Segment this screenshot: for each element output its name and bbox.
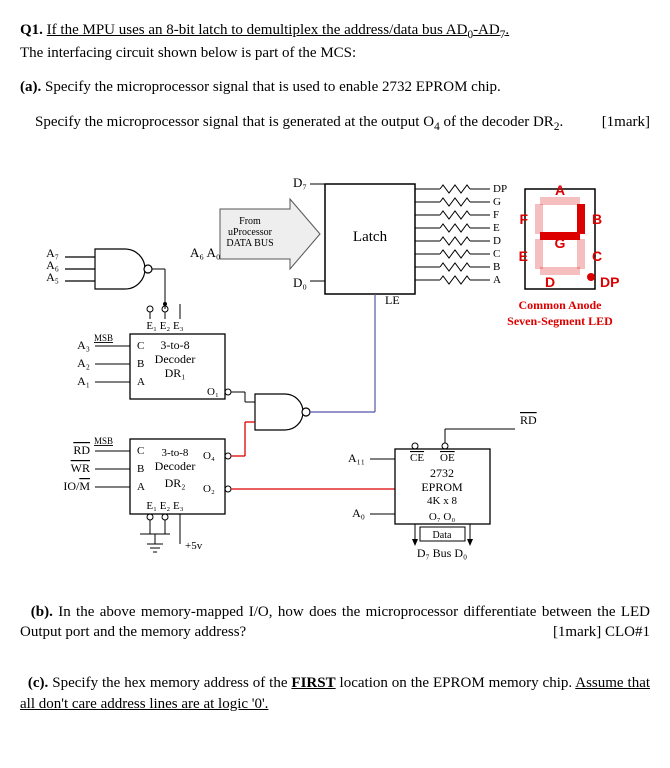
svg-text:F: F: [519, 211, 528, 227]
svg-text:D: D: [545, 274, 555, 290]
svg-text:F: F: [493, 209, 499, 221]
d0-label: D₀: [293, 275, 307, 290]
svg-text:LE: LE: [385, 293, 400, 307]
svg-text:A: A: [137, 481, 145, 493]
svg-text:DR₂: DR₂: [165, 476, 186, 490]
nand-gate-2: [255, 394, 310, 430]
svg-text:DATA BUS: DATA BUS: [226, 238, 273, 249]
svg-text:EPROM: EPROM: [421, 480, 463, 494]
svg-text:C: C: [137, 445, 144, 457]
circuit-diagram: From uProcessor DATA BUS Latch LE D₇ D₀ …: [35, 149, 635, 584]
svg-text:E₁ E₂ E₃: E₁ E₂ E₃: [146, 320, 183, 332]
svg-text:C: C: [493, 248, 500, 260]
svg-text:2732: 2732: [430, 466, 454, 480]
svg-text:4K x 8: 4K x 8: [427, 495, 457, 507]
svg-text:D: D: [493, 235, 501, 247]
svg-text:From: From: [239, 216, 261, 227]
common-anode-label: Common Anode: [518, 298, 602, 312]
nand-gate-1: [65, 249, 152, 289]
svg-text:Decoder: Decoder: [155, 459, 196, 473]
part-c: (c). Specify the hex memory address of t…: [20, 673, 650, 714]
svg-text:A₁₁: A₁₁: [348, 451, 365, 465]
part-b: (b). In the above memory-mapped I/O, how…: [20, 602, 650, 643]
seven-seg-display: A F B G E C D DP: [519, 182, 620, 290]
svg-text:O₁: O₁: [207, 386, 219, 398]
svg-text:A₂: A₂: [77, 356, 90, 370]
svg-text:Data: Data: [433, 530, 452, 541]
svg-text:A: A: [137, 376, 145, 388]
svg-text:C: C: [592, 248, 602, 264]
uprocessor-arrow: From uProcessor DATA BUS: [220, 199, 320, 269]
part-b-marks: [1mark] CLO#1: [553, 622, 650, 642]
svg-text:O₂: O₂: [203, 483, 215, 495]
q1-header: Q1. If the MPU uses an 8-bit latch to de…: [20, 20, 650, 63]
svg-text:DR₁: DR₁: [165, 366, 186, 380]
svg-text:O₇ O₀: O₇ O₀: [429, 511, 455, 523]
part-a-marks: [1mark]: [602, 112, 650, 132]
svg-text:uProcessor: uProcessor: [228, 227, 273, 238]
part-c-label: (c).: [28, 675, 48, 691]
svg-text:WR: WR: [71, 461, 90, 475]
svg-text:G: G: [493, 196, 501, 208]
svg-text:B: B: [137, 463, 144, 475]
svg-text:DP: DP: [493, 183, 507, 195]
svg-text:E₁ E₂ E₃: E₁ E₂ E₃: [146, 500, 183, 512]
svg-text:A₁: A₁: [77, 374, 90, 388]
svg-text:B: B: [493, 261, 500, 273]
svg-text:A₃: A₃: [77, 338, 90, 352]
seg-pin-labels: DP G F E D C B A: [493, 183, 507, 286]
decoder-dr1: C B A 3-to-8 Decoder DR₁ O₁: [130, 334, 231, 399]
svg-text:E: E: [519, 248, 528, 264]
svg-text:DP: DP: [600, 274, 619, 290]
q1-line1: If the MPU uses an 8-bit latch to demult…: [47, 22, 509, 38]
svg-text:B: B: [137, 358, 144, 370]
q1-line2: The interfacing circuit shown below is p…: [20, 45, 356, 61]
first-word: FIRST: [291, 675, 335, 691]
svg-text:RD: RD: [73, 443, 90, 457]
resistor-bank: [415, 185, 490, 284]
svg-text:Decoder: Decoder: [155, 352, 196, 366]
svg-text:RD: RD: [520, 413, 537, 427]
svg-text:A₆ A₀: A₆ A₀: [190, 245, 220, 260]
svg-text:OE: OE: [440, 452, 455, 464]
part-b-label: (b).: [31, 604, 53, 620]
d7-label: D₇: [293, 175, 307, 190]
svg-text:C: C: [137, 340, 144, 352]
svg-text:Latch: Latch: [353, 229, 388, 245]
svg-text:3-to-8: 3-to-8: [160, 338, 189, 352]
svg-text:+5v: +5v: [185, 540, 203, 552]
svg-text:D₇ Bus D₀: D₇ Bus D₀: [417, 546, 467, 560]
part-a-text1: Specify the microprocessor signal that i…: [45, 79, 501, 95]
eprom-block: CE OE 2732 EPROM 4K x 8 O₇ O₀: [395, 449, 490, 524]
part-a-label: (a).: [20, 79, 41, 95]
latch-block: Latch LE: [325, 184, 415, 307]
svg-text:MSB: MSB: [94, 333, 113, 343]
seven-seg-label: Seven-Segment LED: [507, 314, 613, 328]
svg-text:A: A: [555, 182, 565, 198]
part-a-2: Specify the microprocessor signal that i…: [20, 112, 650, 135]
decoder-dr2: C B A 3-to-8 Decoder DR₂ O₄ O₂ E₁ E₂ E₃: [130, 439, 231, 514]
svg-text:O₄: O₄: [203, 450, 215, 462]
svg-text:MSB: MSB: [94, 436, 113, 446]
svg-text:A: A: [493, 274, 501, 286]
svg-text:CE: CE: [410, 452, 424, 464]
svg-text:E: E: [493, 222, 500, 234]
q1-label: Q1.: [20, 22, 43, 38]
svg-text:A₅: A₅: [46, 270, 59, 284]
svg-text:IO/M: IO/M: [63, 479, 90, 493]
part-a: (a). Specify the microprocessor signal t…: [20, 77, 650, 97]
svg-text:3-to-8: 3-to-8: [162, 447, 189, 459]
svg-text:B: B: [592, 211, 602, 227]
svg-text:G: G: [555, 235, 566, 251]
svg-text:A₀: A₀: [352, 506, 365, 520]
